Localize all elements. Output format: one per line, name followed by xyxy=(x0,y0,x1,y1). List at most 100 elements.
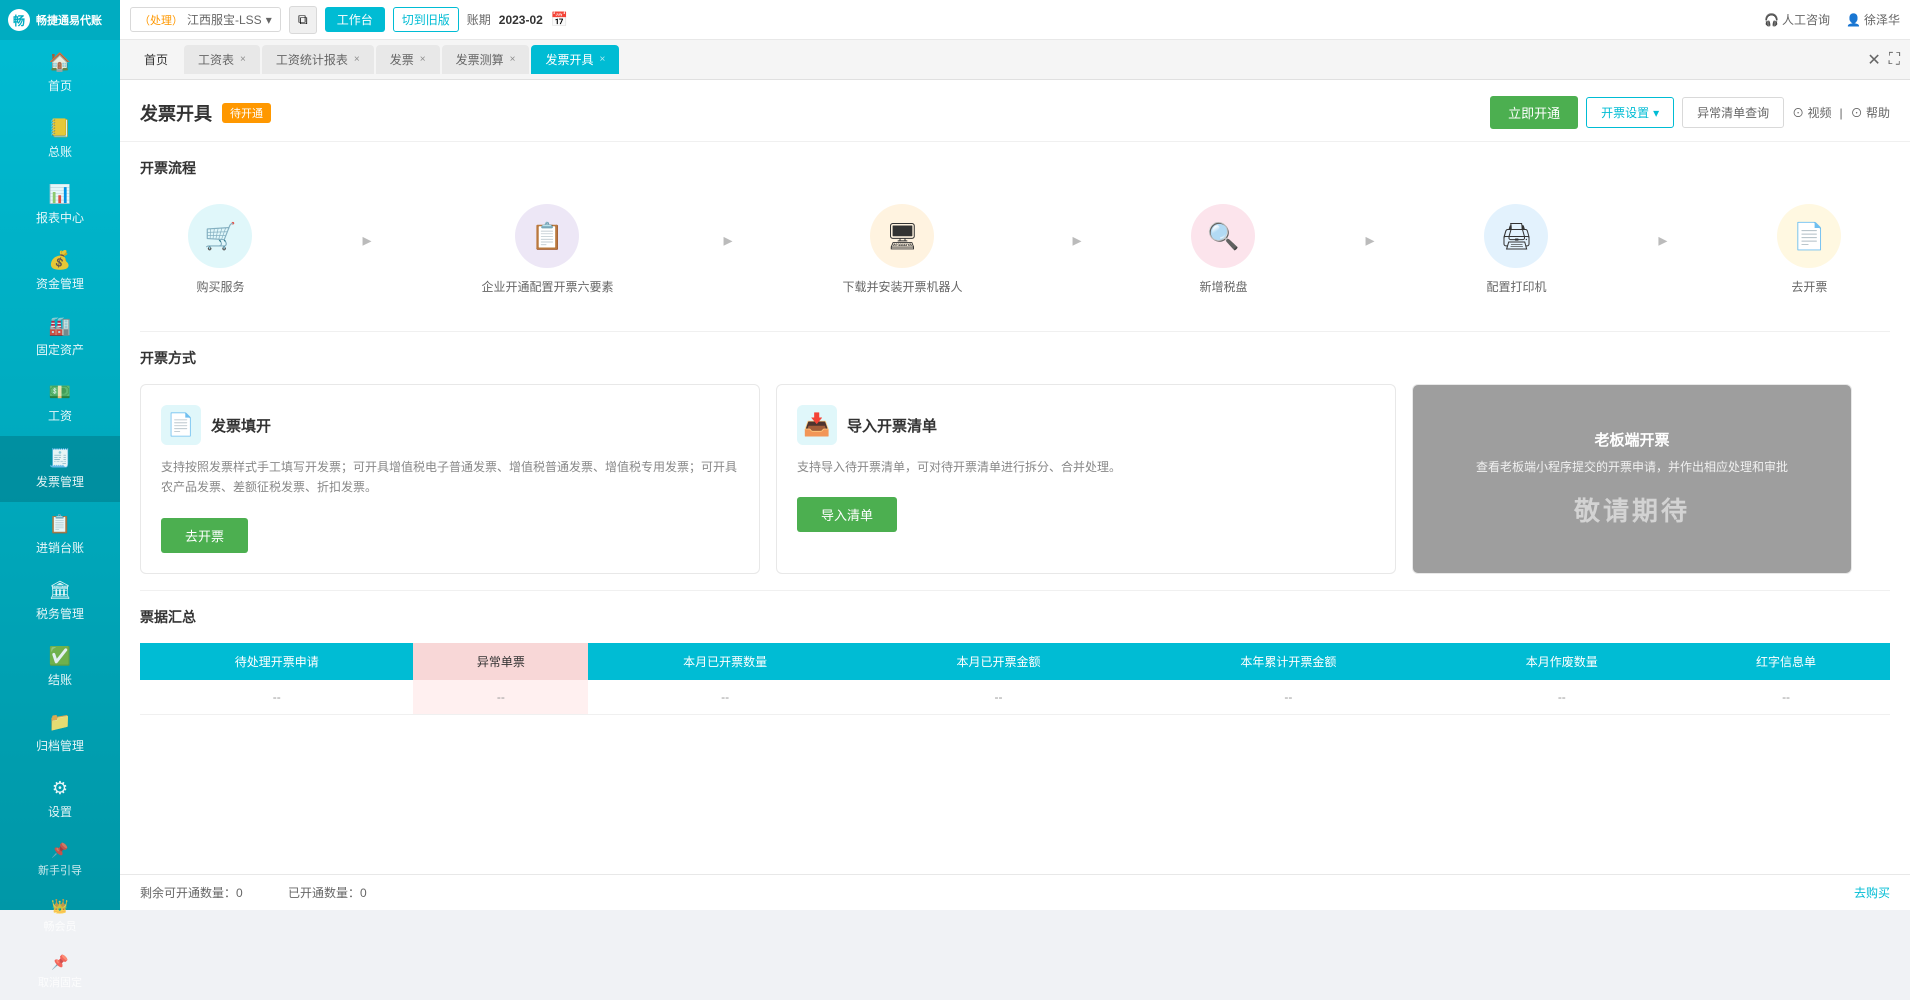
sidebar-funds-icon: 💰 xyxy=(49,250,71,271)
period-label: 账期 xyxy=(467,11,491,28)
sidebar-archive-icon: 📁 xyxy=(49,712,71,733)
sidebar-purchase-icon: 📋 xyxy=(49,514,71,535)
help-label: ⊙ 帮助 xyxy=(1851,104,1890,121)
logo-text: 畅捷通易代账 xyxy=(36,12,102,28)
sidebar-item-settings[interactable]: ⚙设置 xyxy=(0,766,120,832)
period-value: 2023-02 xyxy=(499,13,543,27)
summary-table: 待处理开票申请异常单票本月已开票数量本月已开票金额本年累计开票金额本月作废数量红… xyxy=(140,643,1890,715)
flow-step-buy-service: 🛒 购买服务 xyxy=(188,204,252,295)
flow-label-config-open: 企业开通配置开票六要素 xyxy=(481,278,613,295)
flow-section-title: 开票流程 xyxy=(140,158,1890,178)
tab-salary-report[interactable]: 工资统计报表× xyxy=(262,45,374,74)
sidebar-settle-label: 结账 xyxy=(48,671,72,688)
settings-button[interactable]: 开票设置 ▾ xyxy=(1586,97,1674,128)
summary-section: 票据汇总 待处理开票申请异常单票本月已开票数量本月已开票金额本年累计开票金额本月… xyxy=(120,591,1910,731)
opened-label: 已开通数量：0 xyxy=(288,886,367,900)
tab-home[interactable]: 首页 xyxy=(130,45,182,74)
summary-value-0: -- xyxy=(140,680,413,715)
tab-actions: ✕ ⛶ xyxy=(1867,50,1900,70)
method-section-title: 开票方式 xyxy=(140,348,1890,368)
sidebar-item-purchase[interactable]: 📋进销台账 xyxy=(0,502,120,568)
tab-salary-table[interactable]: 工资表× xyxy=(184,45,260,74)
topbar: （处理） 江西服宝-LSS ▾ ⧉ 工作台 切到旧版 账期 2023-02 📅 … xyxy=(120,0,1910,40)
flow-arrow: ▸ xyxy=(1653,230,1672,251)
sidebar-item-funds[interactable]: 💰 资金管理 xyxy=(0,238,120,304)
summary-value-4: -- xyxy=(1135,680,1441,715)
sidebar-item-settle[interactable]: ✅结账 xyxy=(0,634,120,700)
logo-icon: 畅 xyxy=(8,9,30,31)
tab-close-salary-table[interactable]: × xyxy=(240,54,246,65)
maximize-button[interactable]: ⛶ xyxy=(1889,51,1900,69)
headset-icon: 🎧 xyxy=(1764,13,1779,27)
method-card2-title: 导入开票清单 xyxy=(847,415,937,436)
method-card2-header: 📥 导入开票清单 xyxy=(797,405,1375,445)
help-area: ⊙ 视频 | ⊙ 帮助 xyxy=(1792,104,1890,121)
sidebar: 畅 畅捷通易代账 🏠首页📒总账 📊 报表中心 💰 资金管理 🏭固定资产💵工资🧾发票管理📋进… xyxy=(0,0,120,910)
summary-header-1: 异常单票 xyxy=(413,643,588,680)
tab-close-salary-report[interactable]: × xyxy=(354,54,360,65)
workbench-button[interactable]: 工作台 xyxy=(325,7,385,32)
sidebar-bottom: 📌新手引导👑畅会员 📌 取消固定 xyxy=(0,832,120,1000)
sidebar-item-tax[interactable]: 🏛税务管理 xyxy=(0,568,120,634)
sidebar-funds-label: 资金管理 xyxy=(36,275,84,292)
tab-invoice-list[interactable]: 发票× xyxy=(376,45,440,74)
immediate-open-button[interactable]: 立即开通 xyxy=(1490,96,1578,129)
method-card1-desc: 支持按照发票样式手工填写开发票；可开具增值税电子普通发票、增值税普通发票、增值税… xyxy=(161,457,739,498)
sidebar-archive-label: 归档管理 xyxy=(36,737,84,754)
flow-arrow: ▸ xyxy=(718,230,737,251)
flow-label-open-ticket: 去开票 xyxy=(1791,278,1827,295)
sidebar-home-icon: 🏠 xyxy=(49,52,71,73)
support-button[interactable]: 🎧 人工咨询 xyxy=(1764,11,1830,28)
flow-icon-add-taxbox: 🔍 xyxy=(1191,204,1255,268)
upgrade-link[interactable]: 去购买 xyxy=(1854,884,1890,901)
coming-soon-label: 敬请期待 xyxy=(1574,491,1690,528)
help-icon: | xyxy=(1840,106,1843,120)
flow-step-open-ticket: 📄 去开票 xyxy=(1777,204,1841,295)
import-list-button[interactable]: 导入清单 xyxy=(797,497,897,532)
sidebar-reports-icon: 📊 xyxy=(49,184,71,205)
sidebar-item-invoice[interactable]: 🧾发票管理 xyxy=(0,436,120,502)
tab-label-home: 首页 xyxy=(144,51,168,68)
tab-invoice-tool[interactable]: 发票开具× xyxy=(531,45,619,74)
copy-icon[interactable]: ⧉ xyxy=(289,6,317,34)
flow-label-download-robot: 下载并安装开票机器人 xyxy=(842,278,962,295)
sidebar-item-ledger[interactable]: 📒总账 xyxy=(0,106,120,172)
dropdown-arrow-icon: ▾ xyxy=(266,13,272,27)
sidebar-item-salary[interactable]: 💵工资 xyxy=(0,370,120,436)
tab-close-invoice-calc[interactable]: × xyxy=(510,54,516,65)
abnormal-query-button[interactable]: 异常清单查询 xyxy=(1682,97,1784,128)
page-title-area: 发票开具 待开通 xyxy=(140,100,271,126)
company-selector[interactable]: （处理） 江西服宝-LSS ▾ xyxy=(130,7,281,32)
footer-info: 剩余可开通数量：0 已开通数量：0 xyxy=(140,884,367,901)
user-avatar[interactable]: 👤 徐泽华 xyxy=(1846,11,1900,28)
method-card-boss: 老板端开票 查看老板端小程序提交的开票申请，并作出相应处理和审批 敬请期待 xyxy=(1412,384,1852,574)
sidebar-assets-icon: 🏭 xyxy=(49,316,71,337)
sidebar-item-assets[interactable]: 🏭固定资产 xyxy=(0,304,120,370)
sidebar-bottom-member[interactable]: 👑畅会员 xyxy=(0,888,120,944)
calendar-icon[interactable]: 📅 xyxy=(551,11,568,28)
summary-header-6: 红字信息单 xyxy=(1682,643,1890,680)
tab-invoice-calc[interactable]: 发票测算× xyxy=(442,45,530,74)
go-open-ticket-button[interactable]: 去开票 xyxy=(161,518,248,553)
sidebar-reports-label: 报表中心 xyxy=(36,209,84,226)
tab-close-invoice-tool[interactable]: × xyxy=(599,54,605,65)
page-content: 发票开具 待开通 立即开通 开票设置 ▾ 异常清单查询 ⊙ 视频 | ⊙ 帮助 … xyxy=(120,80,1910,874)
flow-step-download-robot: 🖥 下载并安装开票机器人 xyxy=(842,204,962,295)
tab-close-invoice-list[interactable]: × xyxy=(420,54,426,65)
topbar-right: 🎧 人工咨询 👤 徐泽华 xyxy=(1764,11,1900,28)
summary-section-title: 票据汇总 xyxy=(140,607,1890,627)
sidebar-item-home[interactable]: 🏠首页 xyxy=(0,40,120,106)
guide-icon: 📌 xyxy=(51,842,68,859)
method-card3-title: 老板端开票 xyxy=(1594,429,1669,450)
switch-version-button[interactable]: 切到旧版 xyxy=(393,7,459,32)
tabbar: 首页工资表×工资统计报表×发票×发票测算×发票开具× ✕ ⛶ xyxy=(120,40,1910,80)
flow-section: 开票流程 🛒 购买服务 ▸ 📋 企业开通配置开票六要素 ▸ 🖥 下载并安装开票机… xyxy=(120,142,1910,331)
sidebar-bottom-guide[interactable]: 📌新手引导 xyxy=(0,832,120,888)
sidebar-pin[interactable]: 📌 取消固定 xyxy=(0,944,120,1000)
member-icon: 👑 xyxy=(51,898,68,915)
sidebar-item-archive[interactable]: 📁 归档管理 xyxy=(0,700,120,766)
summary-header-5: 本月作废数量 xyxy=(1442,643,1683,680)
sidebar-item-reports[interactable]: 📊 报表中心 xyxy=(0,172,120,238)
close-tab-button[interactable]: ✕ xyxy=(1867,50,1880,70)
flow-label-config-printer: 配置打印机 xyxy=(1486,278,1546,295)
